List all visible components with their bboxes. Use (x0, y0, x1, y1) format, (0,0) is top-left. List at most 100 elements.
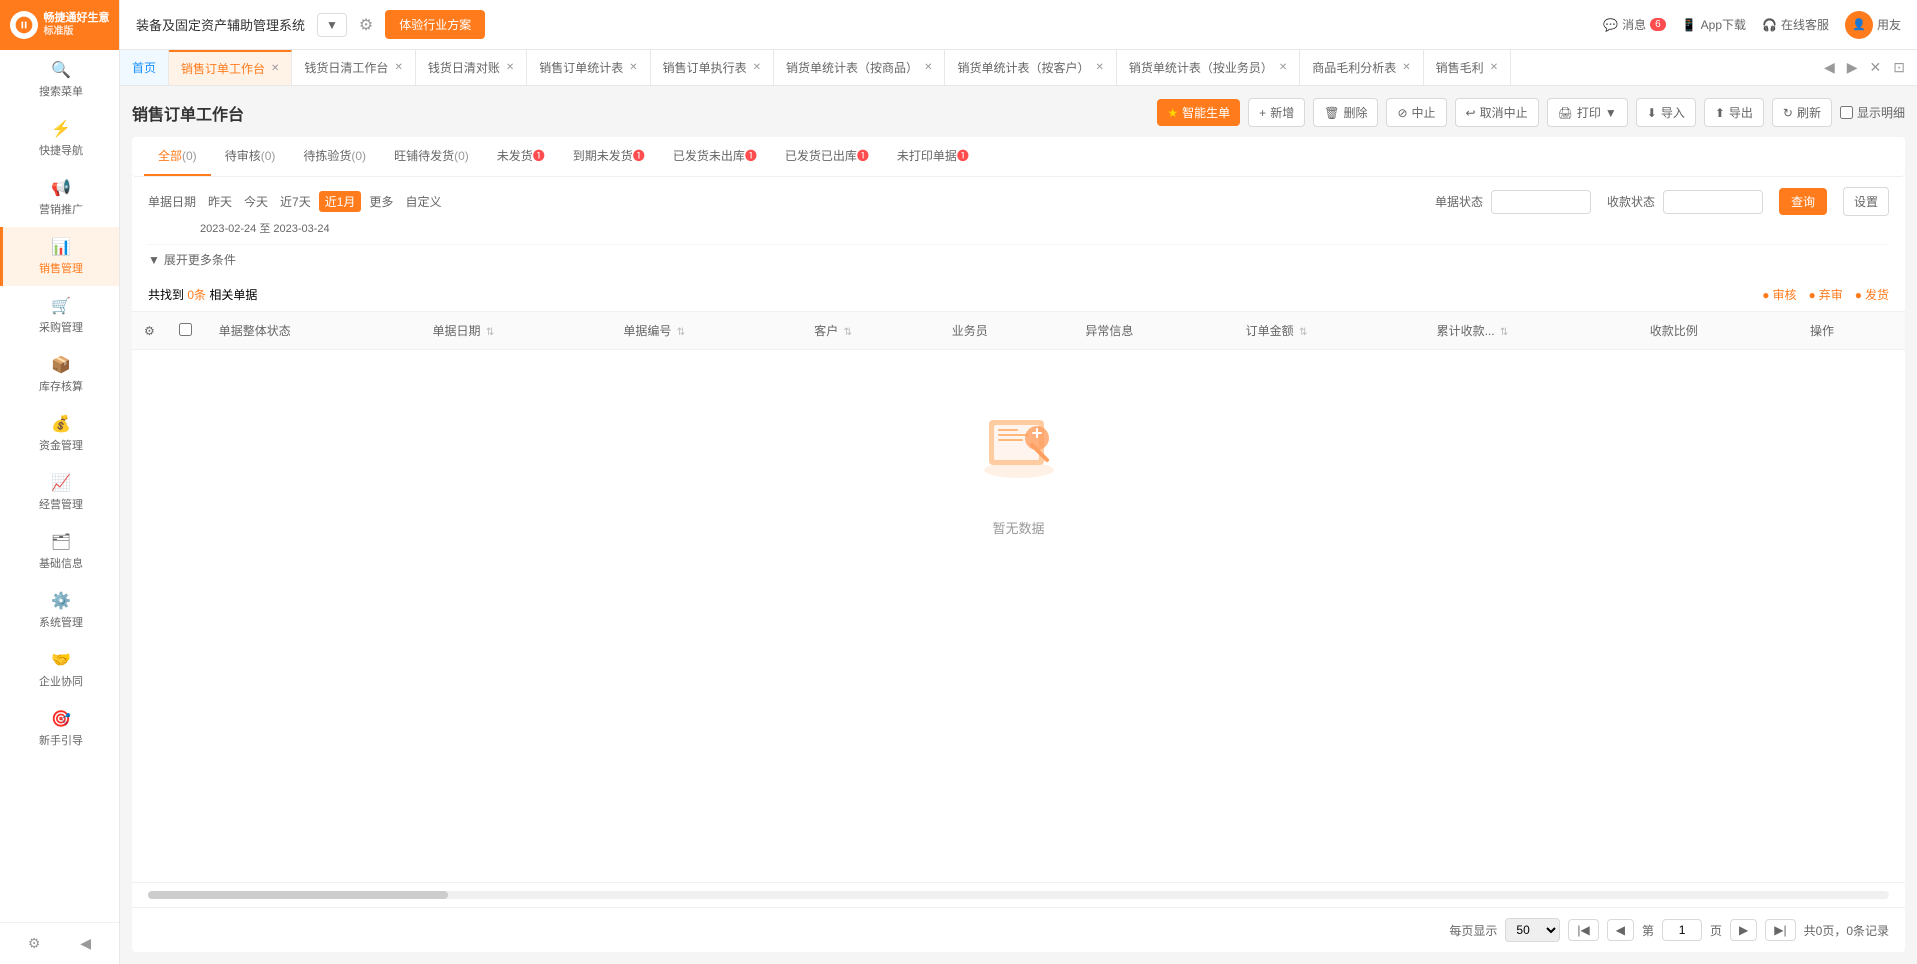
cancel-stop-btn[interactable]: ↩ 取消中止 (1455, 98, 1539, 127)
import-btn[interactable]: ⬇ 导入 (1636, 98, 1696, 127)
app-download-item[interactable]: 📱 App下载 (1682, 16, 1746, 33)
tab-sales-stat-product[interactable]: 销货单统计表（按商品） ✕ (774, 50, 945, 86)
filter-tab-wangpu[interactable]: 旺铺待发货(0) (380, 137, 483, 176)
filter-tab-shipped-not-out[interactable]: 已发货未出库❶ (659, 137, 771, 176)
filter-tab-shipped-out[interactable]: 已发货已出库❶ (771, 137, 883, 176)
tab-expand-btn[interactable]: ⊡ (1889, 57, 1909, 78)
tab-sales-workbench[interactable]: 销售订单工作台 ✕ (169, 50, 292, 86)
last-page-btn[interactable]: ▶| (1765, 919, 1795, 941)
col-date[interactable]: 单据日期 ⇅ (421, 312, 612, 350)
tab-close-sales-exec[interactable]: ✕ (753, 62, 761, 73)
sidebar-item-guide[interactable]: 🎯 新手引导 (0, 699, 119, 758)
sidebar-item-inventory[interactable]: 📦 库存核算 (0, 345, 119, 404)
sidebar-item-purchase[interactable]: 🛒 采购管理 (0, 286, 119, 345)
tab-close-product-margin[interactable]: ✕ (1402, 62, 1410, 73)
settings-filter-btn[interactable]: 设置 (1843, 187, 1889, 216)
sidebar-item-cooperation[interactable]: 🤝 企业协同 (0, 640, 119, 699)
tab-next-btn[interactable]: ▶ (1843, 57, 1862, 78)
col-collected[interactable]: 累计收款... ⇅ (1425, 312, 1638, 350)
query-btn[interactable]: 查询 (1779, 188, 1827, 215)
solution-btn[interactable]: 体验行业方案 (385, 10, 485, 39)
col-number[interactable]: 单据编号 ⇅ (611, 312, 802, 350)
tab-close-sales-stat-staff[interactable]: ✕ (1279, 62, 1287, 73)
shortcut-7days[interactable]: 近7天 (276, 191, 315, 212)
export-btn[interactable]: ⬆ 导出 (1704, 98, 1764, 127)
delete-btn[interactable]: 🗑 删除 (1313, 98, 1378, 127)
filter-tab-pending-inspect[interactable]: 待拣验货(0) (289, 137, 380, 176)
shortcut-today[interactable]: 今天 (240, 191, 272, 212)
show-detail-checkbox[interactable] (1840, 106, 1853, 119)
expand-more-btn[interactable]: ▼ 展开更多条件 (148, 251, 236, 268)
tab-sales-stat-customer[interactable]: 销货单统计表（按客户） ✕ (945, 50, 1116, 86)
tab-close-cash-daily[interactable]: ✕ (394, 62, 402, 73)
col-customer[interactable]: 客户 ⇅ (802, 312, 939, 350)
tab-close-cash-reconcile[interactable]: ✕ (506, 62, 514, 73)
tab-sales-stats[interactable]: 销售订单统计表 ✕ (527, 50, 650, 86)
sidebar-item-operation[interactable]: 📈 经营管理 (0, 463, 119, 522)
audit-icon: ● (1762, 288, 1769, 302)
audit-action-btn[interactable]: ● 审核 (1762, 286, 1796, 303)
tab-sales-profit[interactable]: 销售毛利 ✕ (1424, 50, 1511, 86)
stop-btn[interactable]: ⊘ 中止 (1386, 98, 1446, 127)
tab-close-sales-stat-product[interactable]: ✕ (924, 62, 932, 73)
tab-sales-exec[interactable]: 销售订单执行表 ✕ (651, 50, 774, 86)
system-dropdown[interactable]: ▼ (317, 13, 347, 37)
show-detail-label[interactable]: 显示明细 (1840, 104, 1905, 121)
horizontal-scroll[interactable] (148, 891, 1889, 899)
payment-select[interactable] (1663, 190, 1763, 214)
sidebar-item-search[interactable]: 🔍 搜索菜单 (0, 50, 119, 109)
refresh-btn[interactable]: ↻ 刷新 (1772, 98, 1832, 127)
col-amount[interactable]: 订单金额 ⇅ (1234, 312, 1425, 350)
sidebar-settings-btn[interactable]: ⚙ (24, 931, 45, 956)
tab-close-sales-stats[interactable]: ✕ (629, 62, 637, 73)
sidebar-collapse-btn[interactable]: ◀ (76, 931, 95, 956)
tab-close-sales-workbench[interactable]: ✕ (271, 63, 279, 74)
first-page-btn[interactable]: |◀ (1568, 919, 1598, 941)
sidebar-item-finance[interactable]: 💰 资金管理 (0, 404, 119, 463)
print-btn[interactable]: 🖨 打印 ▼ (1547, 98, 1628, 127)
online-service-item[interactable]: 🎧 在线客服 (1762, 16, 1829, 33)
sidebar-item-system[interactable]: ⚙️ 系统管理 (0, 581, 119, 640)
date-shortcuts: 昨天 今天 近7天 近1月 更多 自定义 (204, 191, 445, 212)
sort-number-icon: ⇅ (677, 327, 685, 338)
shortcut-more[interactable]: 更多 (365, 191, 397, 212)
filter-tab-not-printed[interactable]: 未打印单据❶ (883, 137, 983, 176)
tab-cash-reconcile[interactable]: 钱货日清对账 ✕ (416, 50, 527, 86)
sidebar-item-quick-nav[interactable]: ⚡ 快捷导航 (0, 109, 119, 168)
sidebar-item-sales[interactable]: 📊 销售管理 (0, 227, 119, 286)
sidebar-item-basic[interactable]: 🗂 基础信息 (0, 522, 119, 581)
col-checkbox[interactable] (167, 312, 207, 350)
col-settings[interactable]: ⚙ (132, 312, 167, 350)
tab-close-sales-profit[interactable]: ✕ (1490, 62, 1498, 73)
page-input[interactable] (1662, 919, 1702, 941)
tab-home[interactable]: 首页 (120, 50, 169, 86)
tab-prev-btn[interactable]: ◀ (1820, 57, 1839, 78)
next-page-btn[interactable]: ▶ (1730, 919, 1757, 941)
message-item[interactable]: 💬 消息 6 (1603, 16, 1666, 33)
filter-tab-overdue[interactable]: 到期未发货❶ (559, 137, 659, 176)
filter-tab-pending-review[interactable]: 待审核(0) (211, 137, 290, 176)
sidebar-item-marketing[interactable]: 📢 营销推广 (0, 168, 119, 227)
topbar-settings-btn[interactable]: ⚙ (359, 15, 373, 35)
ship-action-btn[interactable]: ● 发货 (1855, 286, 1889, 303)
select-all-checkbox[interactable] (179, 323, 192, 336)
page-size-select[interactable]: 50 10 20 100 (1505, 918, 1560, 942)
shortcut-1month[interactable]: 近1月 (319, 191, 362, 212)
prev-page-btn[interactable]: ◀ (1607, 919, 1634, 941)
shortcut-yesterday[interactable]: 昨天 (204, 191, 236, 212)
page-label: 第 (1642, 922, 1654, 939)
status-select[interactable] (1491, 190, 1591, 214)
tab-product-margin[interactable]: 商品毛利分析表 ✕ (1300, 50, 1423, 86)
user-item[interactable]: 👤 用友 (1845, 11, 1901, 39)
cancel-audit-action-btn[interactable]: ● 弃审 (1808, 286, 1842, 303)
shortcut-custom[interactable]: 自定义 (401, 191, 445, 212)
filter-tab-not-shipped[interactable]: 未发货❶ (483, 137, 559, 176)
tab-close-sales-stat-customer[interactable]: ✕ (1095, 62, 1103, 73)
smart-generate-btn[interactable]: ★ 智能生单 (1157, 99, 1240, 126)
new-btn[interactable]: + 新增 (1248, 98, 1305, 127)
filter-tab-all[interactable]: 全部(0) (144, 137, 211, 176)
tab-cash-daily[interactable]: 钱货日清工作台 ✕ (292, 50, 415, 86)
tab-sales-stat-staff[interactable]: 销货单统计表（按业务员） ✕ (1117, 50, 1300, 86)
scroll-thumb[interactable] (148, 891, 448, 899)
tab-close-all-btn[interactable]: ✕ (1866, 57, 1886, 78)
